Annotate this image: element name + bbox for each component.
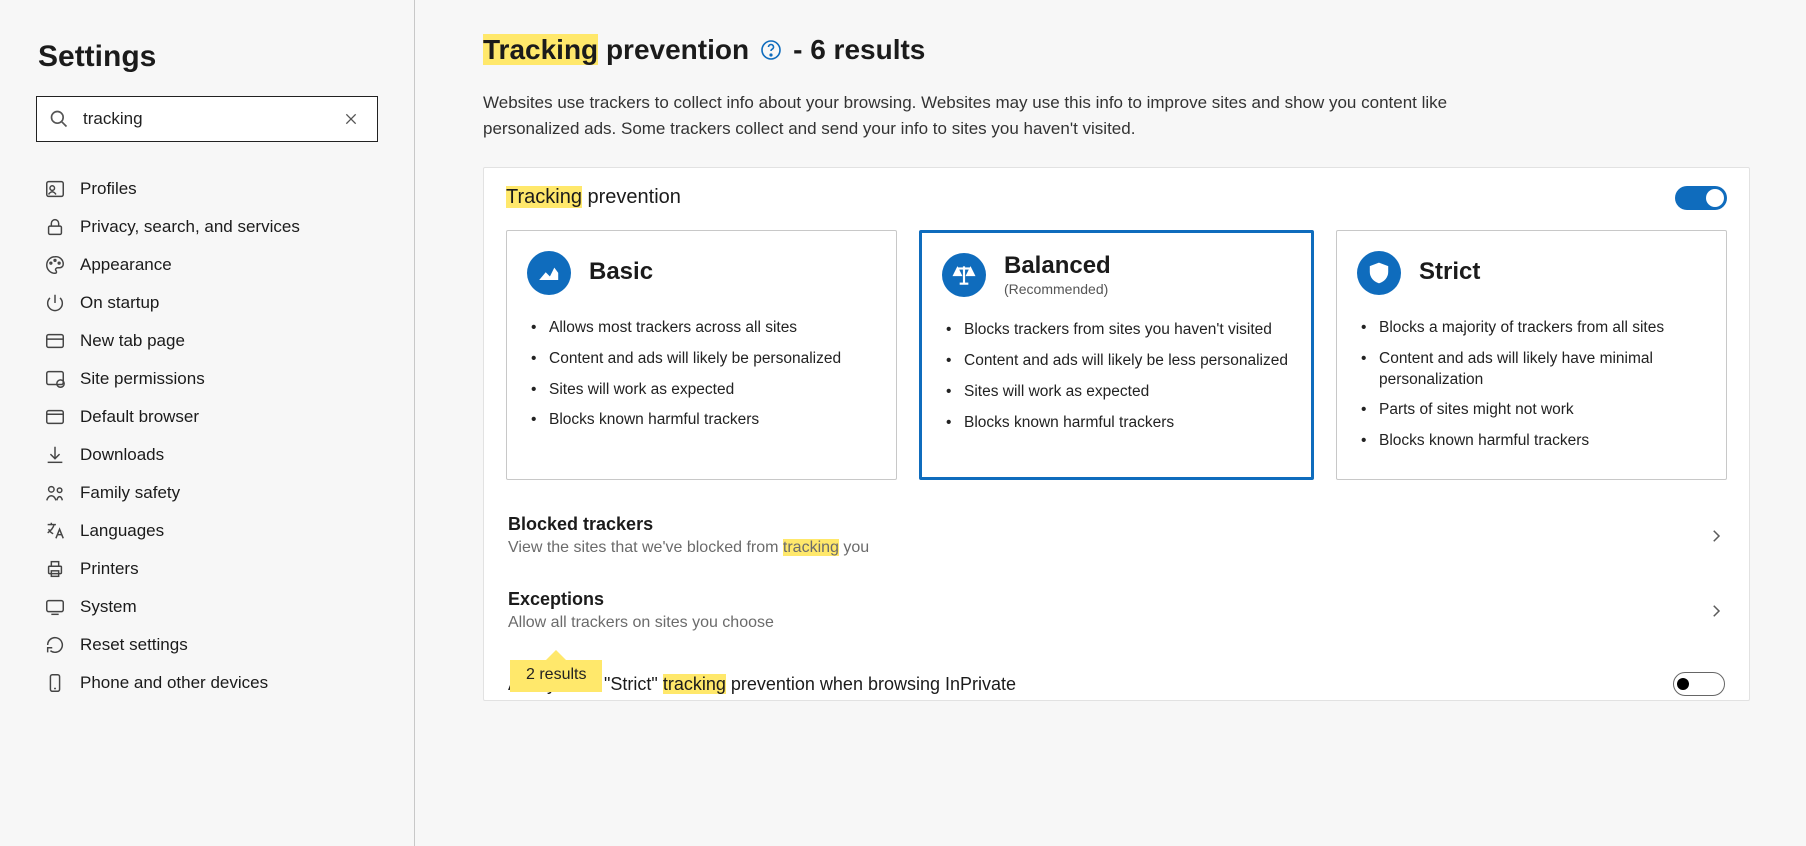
nav-system[interactable]: System [0, 588, 414, 626]
card-strict-title: Strict [1419, 259, 1480, 285]
settings-title: Settings [0, 40, 414, 96]
newtab-icon [44, 330, 66, 352]
panel-header: Tracking prevention [506, 186, 1727, 210]
close-icon [343, 111, 359, 127]
strict-icon [1357, 251, 1401, 295]
family-icon [44, 482, 66, 504]
nav-privacy[interactable]: Privacy, search, and services [0, 208, 414, 246]
settings-sidebar: Settings Profiles Privacy, search, and s… [0, 0, 415, 846]
inprivate-strict-toggle[interactable] [1673, 672, 1725, 696]
nav-reset[interactable]: Reset settings [0, 626, 414, 664]
card-point: Parts of sites might not work [1361, 395, 1706, 426]
settings-nav: Profiles Privacy, search, and services A… [0, 162, 414, 710]
lock-icon [44, 216, 66, 238]
exceptions-row[interactable]: Exceptions Allow all trackers on sites y… [506, 573, 1727, 648]
card-basic-title: Basic [589, 259, 653, 285]
settings-search[interactable] [36, 96, 378, 142]
card-point: Sites will work as expected [946, 377, 1291, 408]
nav-label: Privacy, search, and services [80, 217, 300, 237]
card-point: Blocks a majority of trackers from all s… [1361, 313, 1706, 344]
nav-label: Appearance [80, 255, 172, 275]
title-rest: prevention [598, 34, 749, 65]
tracking-prevention-panel: Tracking prevention Basic Allows most tr… [483, 167, 1750, 702]
nav-profiles[interactable]: Profiles [0, 170, 414, 208]
browser-icon [44, 406, 66, 428]
nav-label: Reset settings [80, 635, 188, 655]
reset-icon [44, 634, 66, 656]
exceptions-title: Exceptions [508, 589, 774, 610]
nav-languages[interactable]: Languages [0, 512, 414, 550]
profile-icon [44, 178, 66, 200]
search-results-badge: 2 results [510, 660, 602, 692]
nav-label: New tab page [80, 331, 185, 351]
printer-icon [44, 558, 66, 580]
nav-appearance[interactable]: Appearance [0, 246, 414, 284]
results-count: - 6 results [793, 34, 925, 66]
permissions-icon [44, 368, 66, 390]
search-icon [49, 109, 69, 129]
title-highlight: Tracking [483, 34, 598, 65]
nav-label: Languages [80, 521, 164, 541]
card-point: Blocks known harmful trackers [946, 408, 1291, 439]
nav-label: Family safety [80, 483, 180, 503]
nav-label: Printers [80, 559, 139, 579]
chevron-right-icon [1707, 527, 1725, 545]
power-icon [44, 292, 66, 314]
intro-text: Websites use trackers to collect info ab… [483, 90, 1533, 143]
nav-label: Downloads [80, 445, 164, 465]
panel-label-hl: Tracking [506, 186, 582, 208]
card-point: Blocks trackers from sites you haven't v… [946, 315, 1291, 346]
blocked-title: Blocked trackers [508, 514, 869, 535]
nav-label: Phone and other devices [80, 673, 268, 693]
nav-phone[interactable]: Phone and other devices [0, 664, 414, 702]
help-icon[interactable] [759, 38, 783, 62]
download-icon [44, 444, 66, 466]
card-point: Content and ads will likely be personali… [531, 344, 876, 375]
nav-label: Site permissions [80, 369, 205, 389]
tracking-prevention-toggle[interactable] [1675, 186, 1727, 210]
nav-label: Profiles [80, 179, 137, 199]
balanced-icon [942, 253, 986, 297]
card-point: Blocks known harmful trackers [1361, 426, 1706, 457]
nav-default-browser[interactable]: Default browser [0, 398, 414, 436]
nav-permissions[interactable]: Site permissions [0, 360, 414, 398]
nav-newtab[interactable]: New tab page [0, 322, 414, 360]
exceptions-sub: Allow all trackers on sites you choose [508, 614, 774, 632]
card-balanced-subtitle: (Recommended) [1004, 281, 1111, 297]
basic-icon [527, 251, 571, 295]
blocked-trackers-row[interactable]: Blocked trackers View the sites that we'… [506, 498, 1727, 573]
card-strict[interactable]: Strict Blocks a majority of trackers fro… [1336, 230, 1727, 481]
nav-label: System [80, 597, 137, 617]
nav-label: Default browser [80, 407, 199, 427]
card-point: Content and ads will likely have minimal… [1361, 344, 1706, 396]
language-icon [44, 520, 66, 542]
prevention-level-cards: Basic Allows most trackers across all si… [506, 230, 1727, 481]
palette-icon [44, 254, 66, 276]
card-point: Content and ads will likely be less pers… [946, 346, 1291, 377]
page-title: Tracking prevention - 6 results [483, 34, 1750, 66]
nav-family[interactable]: Family safety [0, 474, 414, 512]
card-balanced[interactable]: Balanced (Recommended) Blocks trackers f… [919, 230, 1314, 481]
inprivate-strict-row[interactable]: 2 results Always use "Strict" tracking p… [506, 648, 1727, 700]
card-point: Allows most trackers across all sites [531, 313, 876, 344]
search-input[interactable] [83, 109, 337, 129]
chevron-right-icon [1707, 602, 1725, 620]
card-basic[interactable]: Basic Allows most trackers across all si… [506, 230, 897, 481]
nav-printers[interactable]: Printers [0, 550, 414, 588]
settings-main: Tracking prevention - 6 results Websites… [415, 0, 1806, 846]
nav-startup[interactable]: On startup [0, 284, 414, 322]
card-point: Sites will work as expected [531, 375, 876, 406]
card-point: Blocks known harmful trackers [531, 405, 876, 436]
nav-downloads[interactable]: Downloads [0, 436, 414, 474]
panel-label-rest: prevention [582, 186, 681, 208]
card-balanced-title: Balanced [1004, 253, 1111, 279]
system-icon [44, 596, 66, 618]
clear-search-button[interactable] [337, 105, 365, 133]
blocked-sub: View the sites that we've blocked from t… [508, 539, 869, 557]
nav-label: On startup [80, 293, 159, 313]
phone-icon [44, 672, 66, 694]
